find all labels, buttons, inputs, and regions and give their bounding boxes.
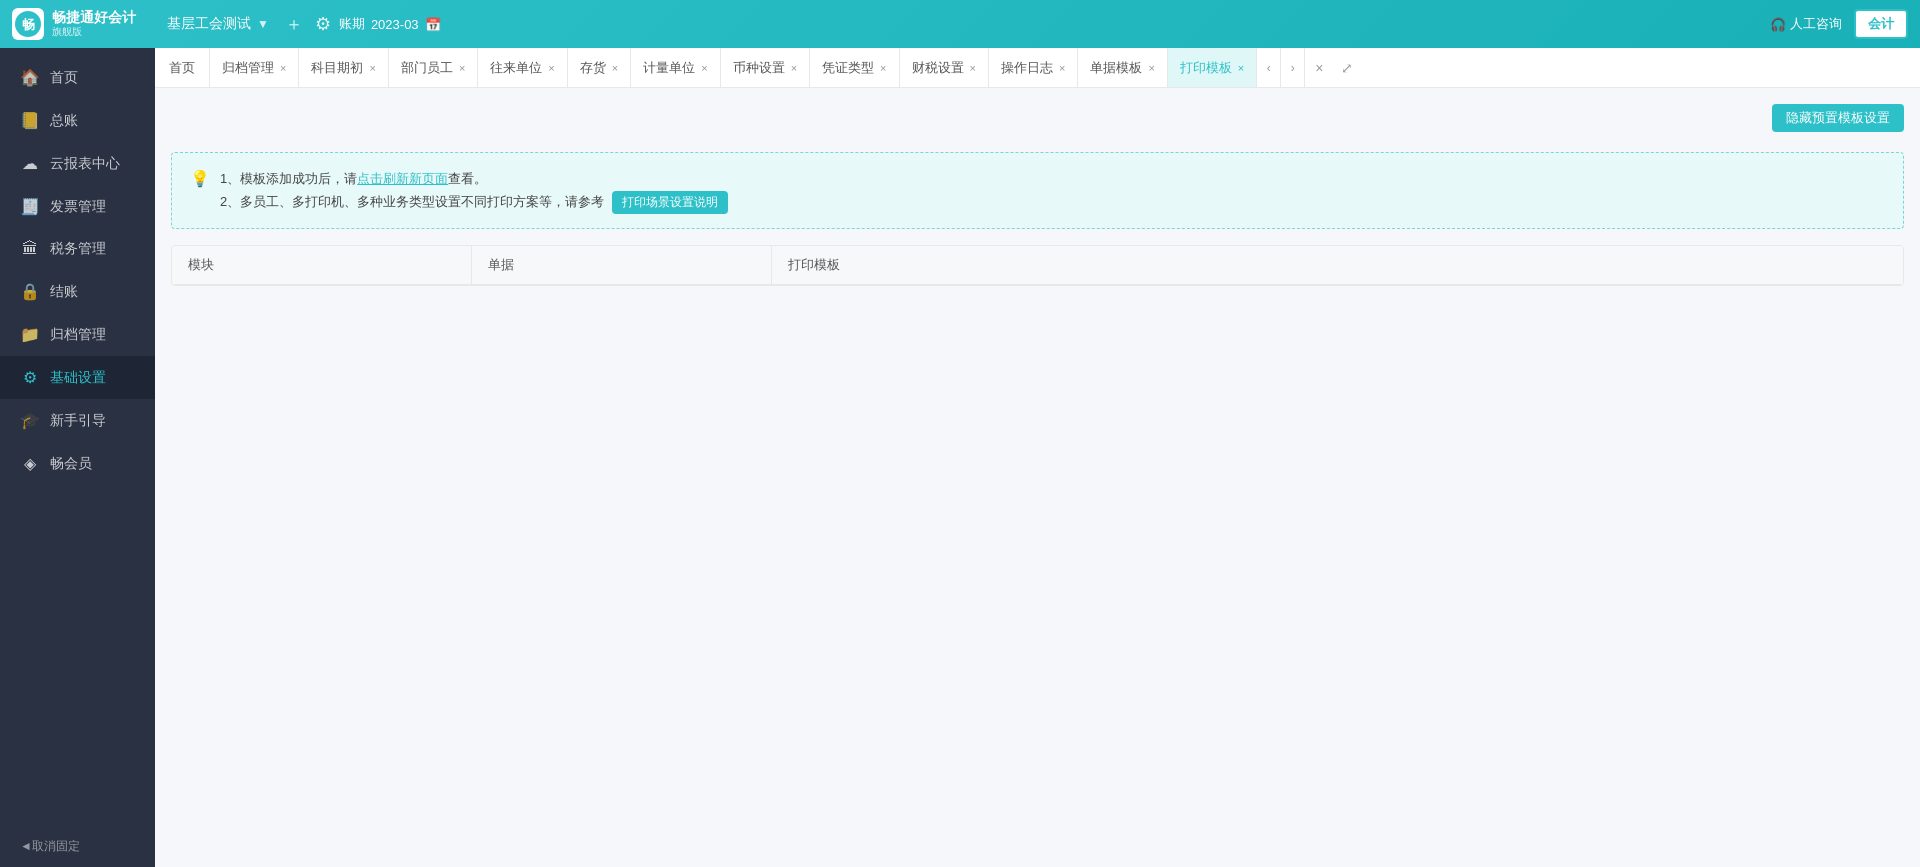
tab-supplier[interactable]: 往来单位 ×	[478, 48, 567, 87]
sidebar-label-reports: 云报表中心	[50, 155, 120, 173]
sidebar-item-home[interactable]: 🏠 首页	[0, 56, 155, 99]
unpin-label: ◄取消固定	[20, 838, 80, 855]
close-tab-voucher[interactable]: ×	[880, 62, 886, 74]
sidebar-label-close: 结账	[50, 283, 78, 301]
tab-dept-staff[interactable]: 部门员工 ×	[389, 48, 478, 87]
tab-next-button[interactable]: ›	[1281, 48, 1305, 87]
tab-voucher-type[interactable]: 凭证类型 ×	[810, 48, 899, 87]
toolbar-right: 隐藏预置模板设置	[171, 104, 1904, 142]
ledger-icon: 📒	[20, 111, 40, 130]
col-template: 打印模板	[772, 246, 1903, 284]
close-tab-currency[interactable]: ×	[791, 62, 797, 74]
sidebar-item-invoice[interactable]: 🧾 发票管理	[0, 185, 155, 228]
print-scene-button[interactable]: 打印场景设置说明	[612, 191, 728, 214]
member-icon: ◈	[20, 454, 40, 473]
tab-currency[interactable]: 币种设置 ×	[721, 48, 810, 87]
home-icon: 🏠	[20, 68, 40, 87]
print-template-table: 模块 单据 打印模板	[171, 245, 1904, 286]
sidebar-item-member[interactable]: ◈ 畅会员	[0, 442, 155, 485]
headset-icon: 🎧	[1770, 17, 1786, 32]
tab-expand-button[interactable]: ⤢	[1333, 48, 1361, 87]
close-tab-subject[interactable]: ×	[369, 62, 375, 74]
company-name: 基层工会测试	[167, 15, 251, 33]
tab-close-all-button[interactable]: ×	[1305, 48, 1333, 87]
sidebar-item-reports[interactable]: ☁ 云报表中心	[0, 142, 155, 185]
calendar-icon[interactable]: 📅	[425, 17, 441, 32]
bulb-icon: 💡	[190, 169, 210, 188]
tab-unit[interactable]: 计量单位 ×	[631, 48, 720, 87]
sidebar-label-settings: 基础设置	[50, 369, 106, 387]
svg-text:畅: 畅	[22, 17, 35, 32]
company-selector[interactable]: 基层工会测试 ▼	[167, 15, 269, 33]
notice-line2: 2、多员工、多打印机、多种业务类型设置不同打印方案等，请参考 打印场景设置说明	[220, 190, 732, 214]
tax-icon: 🏛	[20, 240, 40, 258]
close-tab-oplog[interactable]: ×	[1059, 62, 1065, 74]
close-tab-dept[interactable]: ×	[459, 62, 465, 74]
sidebar-label-guide: 新手引导	[50, 412, 106, 430]
logo-area: 畅 畅捷通好会计 旗舰版	[12, 8, 167, 40]
col-document: 单据	[472, 246, 772, 284]
sidebar-item-archive[interactable]: 📁 归档管理	[0, 313, 155, 356]
close-tab-supplier[interactable]: ×	[548, 62, 554, 74]
tab-single-form[interactable]: 单据模板 ×	[1078, 48, 1167, 87]
close-month-icon: 🔒	[20, 282, 40, 301]
top-bar-actions: ＋ ⚙	[285, 12, 331, 36]
main-layout: 🏠 首页 📒 总账 ☁ 云报表中心 🧾 发票管理 🏛 税务管理 🔒 结账 📁 归…	[0, 48, 1920, 867]
close-tab-inventory[interactable]: ×	[612, 62, 618, 74]
notice-refresh-link[interactable]: 点击刷新新页面	[357, 171, 448, 186]
tab-bar: 首页 归档管理 × 科目期初 × 部门员工 × 往来单位 × 存货 ×	[155, 48, 1920, 88]
sidebar-item-tax[interactable]: 🏛 税务管理	[0, 228, 155, 270]
page-content: 隐藏预置模板设置 💡 1、模板添加成功后，请点击刷新新页面查看。 2、多员工、多…	[155, 88, 1920, 867]
content-area: 首页 归档管理 × 科目期初 × 部门员工 × 往来单位 × 存货 ×	[155, 48, 1920, 867]
tab-archive-mgmt[interactable]: 归档管理 ×	[210, 48, 299, 87]
invoice-icon: 🧾	[20, 197, 40, 216]
hide-preview-button[interactable]: 隐藏预置模板设置	[1772, 104, 1904, 132]
archive-icon: 📁	[20, 325, 40, 344]
sidebar-label-archive: 归档管理	[50, 326, 106, 344]
table-header: 模块 单据 打印模板	[172, 246, 1903, 285]
logo-text: 畅捷通好会计 旗舰版	[52, 9, 136, 40]
close-tab-archive[interactable]: ×	[280, 62, 286, 74]
sidebar: 🏠 首页 📒 总账 ☁ 云报表中心 🧾 发票管理 🏛 税务管理 🔒 结账 📁 归…	[0, 48, 155, 867]
logo-icon: 畅	[12, 8, 44, 40]
kuaiji-button[interactable]: 会计	[1854, 9, 1908, 39]
sidebar-item-close[interactable]: 🔒 结账	[0, 270, 155, 313]
col-module: 模块	[172, 246, 472, 284]
add-tab-icon[interactable]: ＋	[285, 12, 303, 36]
sidebar-item-guide[interactable]: 🎓 新手引导	[0, 399, 155, 442]
close-tab-unit[interactable]: ×	[701, 62, 707, 74]
period-label: 账期	[339, 15, 365, 33]
sidebar-item-settings[interactable]: ⚙ 基础设置	[0, 356, 155, 399]
top-bar-right: 🎧 人工咨询 会计	[1770, 9, 1908, 39]
sidebar-label-tax: 税务管理	[50, 240, 106, 258]
notice-text: 1、模板添加成功后，请点击刷新新页面查看。 2、多员工、多打印机、多种业务类型设…	[220, 167, 732, 214]
tab-print-template[interactable]: 打印模板 ×	[1168, 48, 1257, 87]
notice-box: 💡 1、模板添加成功后，请点击刷新新页面查看。 2、多员工、多打印机、多种业务类…	[171, 152, 1904, 229]
tab-inventory[interactable]: 存货 ×	[568, 48, 631, 87]
guide-icon: 🎓	[20, 411, 40, 430]
tab-op-log[interactable]: 操作日志 ×	[989, 48, 1078, 87]
service-button[interactable]: 🎧 人工咨询	[1770, 15, 1842, 33]
gear-icon: ⚙	[20, 368, 40, 387]
unpin-button[interactable]: ◄取消固定	[0, 826, 155, 867]
period-info: 账期 2023-03 📅	[339, 15, 441, 33]
settings-icon[interactable]: ⚙	[315, 13, 331, 35]
sidebar-label-member: 畅会员	[50, 455, 92, 473]
close-tab-print[interactable]: ×	[1238, 62, 1244, 74]
dropdown-arrow-icon: ▼	[257, 17, 269, 31]
sidebar-label-ledger: 总账	[50, 112, 78, 130]
close-tab-single[interactable]: ×	[1148, 62, 1154, 74]
cloud-icon: ☁	[20, 154, 40, 173]
close-tab-tax[interactable]: ×	[970, 62, 976, 74]
period-value: 2023-03	[371, 17, 419, 32]
sidebar-label-home: 首页	[50, 69, 78, 87]
tab-tax-settings[interactable]: 财税设置 ×	[900, 48, 989, 87]
top-bar: 畅 畅捷通好会计 旗舰版 基层工会测试 ▼ ＋ ⚙ 账期 2023-03 📅 🎧…	[0, 0, 1920, 48]
notice-line1: 1、模板添加成功后，请点击刷新新页面查看。	[220, 167, 732, 190]
sidebar-label-invoice: 发票管理	[50, 198, 106, 216]
tab-subject-init[interactable]: 科目期初 ×	[299, 48, 388, 87]
tab-home[interactable]: 首页	[155, 48, 210, 87]
tab-prev-button[interactable]: ‹	[1257, 48, 1281, 87]
sidebar-item-ledger[interactable]: 📒 总账	[0, 99, 155, 142]
